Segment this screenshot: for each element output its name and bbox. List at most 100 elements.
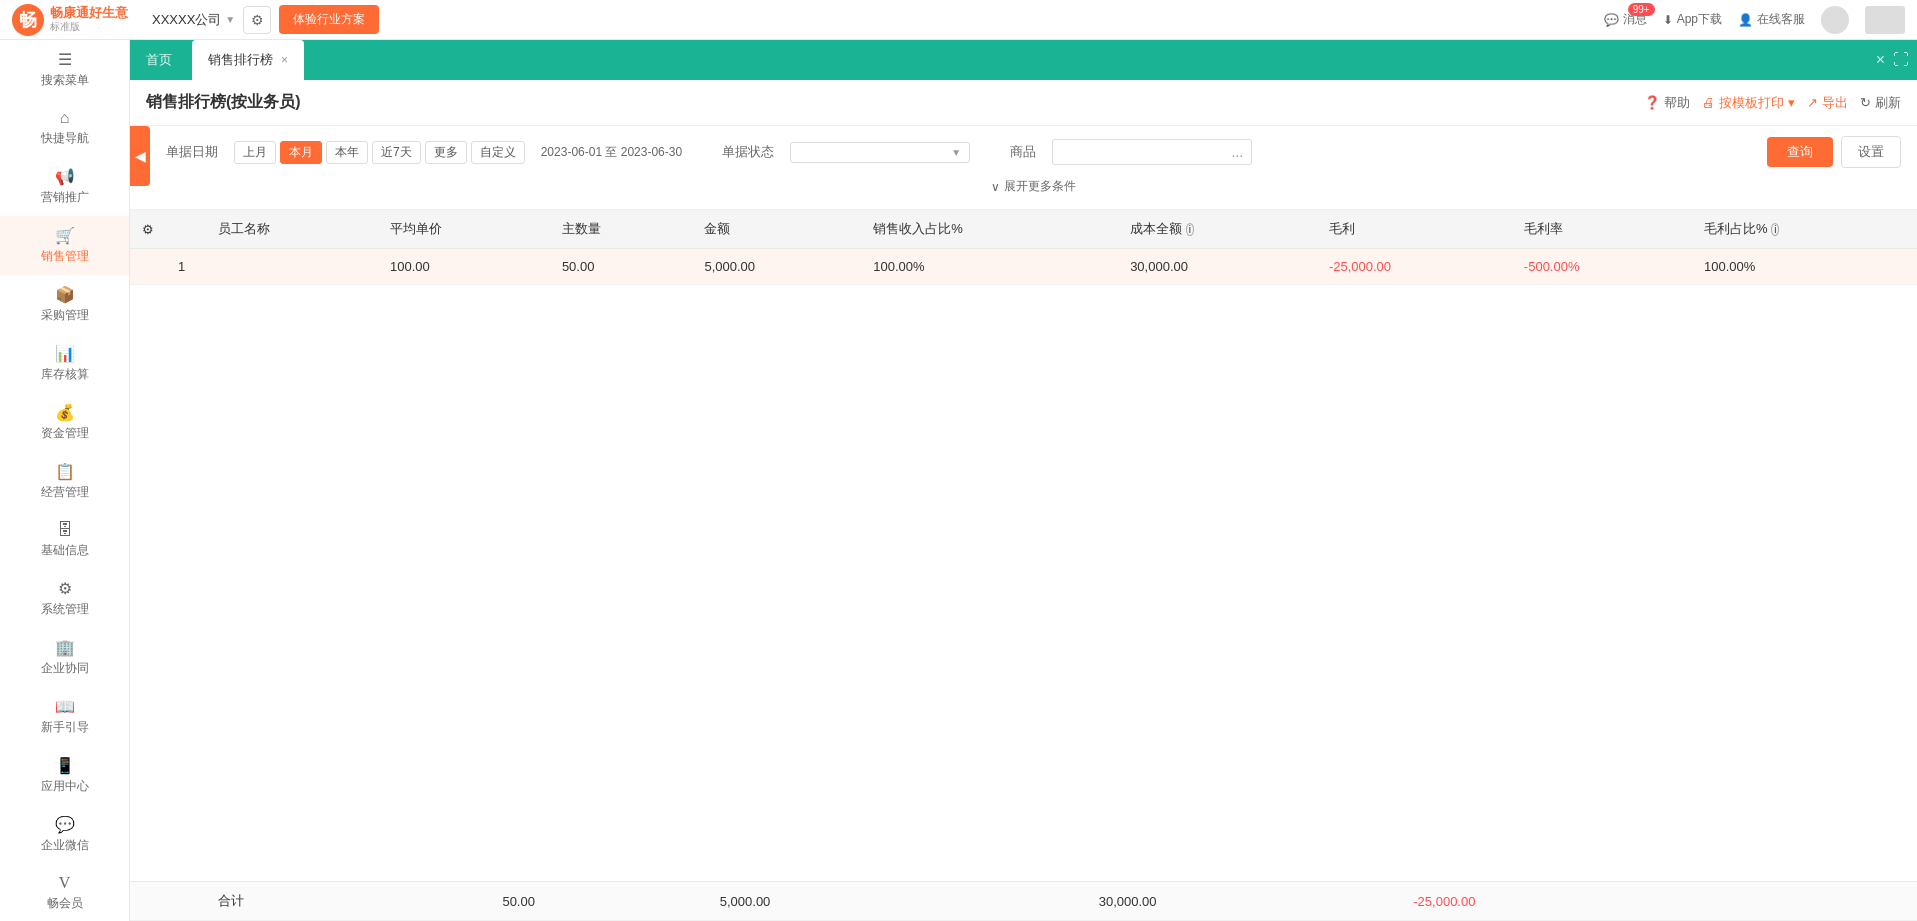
table-area: ⚙ 员工名称 平均单价 主数量 金额 销售收入占比% 成本全额 i 毛利 毛 (130, 210, 1917, 881)
query-button[interactable]: 查询 (1767, 137, 1833, 167)
query-actions: 查询 设置 (1767, 136, 1901, 168)
dots-icon[interactable]: ... (1231, 144, 1243, 160)
sidebar-item-wechat[interactable]: 💬 企业微信 (0, 805, 129, 864)
data-table: ⚙ 员工名称 平均单价 主数量 金额 销售收入占比% 成本全额 i 毛利 毛 (130, 210, 1917, 285)
app-download-btn[interactable]: ⬇ App下载 (1663, 11, 1722, 28)
page-header: 销售排行榜(按业务员) ❓ 帮助 🖨 按模板打印 ▾ ↗ (130, 80, 1917, 126)
last-month-btn[interactable]: 上月 (234, 141, 276, 164)
appstore-icon: 📱 (55, 756, 75, 775)
footer-gross: -25,000.00 (1401, 882, 1732, 921)
notification-area[interactable]: 💬 消息 99+ (1604, 11, 1647, 28)
service-icon: 👤 (1738, 13, 1753, 27)
search-menu-icon: ☰ (58, 50, 72, 69)
online-service-btn[interactable]: 👤 在线客服 (1738, 11, 1805, 28)
company-selector[interactable]: XXXXX公司 ▼ (152, 11, 235, 29)
custom-btn[interactable]: 自定义 (471, 141, 525, 164)
sidebar-item-basic[interactable]: 🗄 基础信息 (0, 511, 129, 569)
date-label: 单据日期 (166, 143, 218, 161)
expand-conditions-btn[interactable]: ∨ 展开更多条件 (983, 174, 1084, 199)
footer-label: 合计 (206, 882, 398, 921)
cost-info-icon[interactable]: i (1186, 223, 1194, 236)
sidebar-item-finance[interactable]: 💰 资金管理 (0, 393, 129, 452)
sidebar-label-system: 系统管理 (41, 601, 89, 618)
template-print-btn[interactable]: 🖨 按模板打印 ▾ (1702, 94, 1795, 112)
tab-sales-ranking[interactable]: 销售排行榜 × (192, 40, 304, 80)
refresh-btn[interactable]: ↻ 刷新 (1860, 94, 1901, 112)
sidebar-item-search[interactable]: ☰ 搜索菜单 (0, 40, 129, 99)
close-icon[interactable]: × (281, 53, 288, 67)
col-cost: 成本全额 i (1118, 210, 1317, 249)
logo-area: 畅 畅康通好生意 标准版 (12, 4, 142, 36)
top-bar-right: 💬 消息 99+ ⬇ App下载 👤 在线客服 (1604, 6, 1905, 34)
sidebar-item-management[interactable]: 📋 经营管理 (0, 452, 129, 511)
user-avatar[interactable] (1821, 6, 1849, 34)
tab-close-all-icon[interactable]: × (1876, 51, 1885, 69)
gross-pct-info-icon[interactable]: i (1771, 223, 1779, 236)
col-settings-icon: ⚙ (142, 222, 154, 237)
wechat-icon: 💬 (55, 815, 75, 834)
goods-input[interactable]: ... (1052, 139, 1252, 165)
top-bar: 畅 畅康通好生意 标准版 XXXXX公司 ▼ ⚙ 体验行业方案 💬 消息 99+… (0, 0, 1917, 40)
sidebar-item-member[interactable]: V 畅会员 (0, 864, 129, 921)
message-icon: 💬 (1604, 13, 1619, 27)
col-gross: 毛利 (1317, 210, 1512, 249)
user-name-area[interactable] (1865, 6, 1905, 34)
sidebar-item-guide[interactable]: 📖 新手引导 (0, 687, 129, 746)
sidebar-item-system[interactable]: ⚙ 系统管理 (0, 569, 129, 628)
table-header-row: ⚙ 员工名称 平均单价 主数量 金额 销售收入占比% 成本全额 i 毛利 毛 (130, 210, 1917, 249)
sidebar-item-purchase[interactable]: 📦 采购管理 (0, 275, 129, 334)
sidebar-item-appstore[interactable]: 📱 应用中心 (0, 746, 129, 805)
sidebar-item-marketing[interactable]: 📢 营销推广 (0, 157, 129, 216)
chevron-down-icon: ▼ (225, 14, 235, 25)
sidebar-label-inventory: 库存核算 (41, 366, 89, 383)
doc-status-select[interactable]: ▼ (790, 142, 970, 163)
settings-button[interactable]: 设置 (1841, 136, 1901, 168)
export-btn[interactable]: ↗ 导出 (1807, 94, 1848, 112)
help-btn[interactable]: ❓ 帮助 (1644, 94, 1690, 112)
sidebar-label-member: 畅会员 (47, 895, 83, 912)
table-header: ⚙ 员工名称 平均单价 主数量 金额 销售收入占比% 成本全额 i 毛利 毛 (130, 210, 1917, 249)
chevron-down-icon-expand: ∨ (991, 180, 1000, 194)
settings-icon[interactable]: ⚙ (243, 6, 271, 34)
trial-button[interactable]: 体验行业方案 (279, 5, 379, 34)
cell-gross-pct: 100.00% (1692, 249, 1917, 285)
page-title: 销售排行榜(按业务员) (146, 92, 301, 113)
sidebar-item-inventory[interactable]: 📊 库存核算 (0, 334, 129, 393)
member-icon: V (59, 874, 71, 892)
last7days-btn[interactable]: 近7天 (372, 141, 421, 164)
footer-row: 合计 50.00 5,000.00 30,000.00 -25,000.00 (130, 882, 1917, 921)
collapse-arrow[interactable]: ◀ (130, 126, 150, 186)
footer-quantity: 50.00 (490, 882, 707, 921)
sidebar-item-quicknav[interactable]: ⌂ 快捷导航 (0, 99, 129, 157)
tab-home[interactable]: 首页 (130, 40, 188, 80)
download-icon: ⬇ (1663, 13, 1673, 27)
cell-settings (130, 249, 166, 285)
filter-row-2: ∨ 展开更多条件 (166, 168, 1901, 199)
cell-avg-price: 100.00 (378, 249, 550, 285)
col-avg-price: 平均单价 (378, 210, 550, 249)
footer-table: 合计 50.00 5,000.00 30,000.00 -25,000.00 (130, 882, 1917, 921)
footer-sales-pct (994, 882, 1086, 921)
tab-maximize-icon[interactable]: ⛶ (1893, 51, 1909, 69)
sales-icon: 🛒 (55, 226, 75, 245)
doc-status-label: 单据状态 (722, 143, 774, 161)
sidebar-label-basic: 基础信息 (41, 542, 89, 559)
cell-amount: 5,000.00 (692, 249, 861, 285)
tab-bar: 首页 销售排行榜 × × ⛶ (130, 40, 1917, 80)
this-month-btn[interactable]: 本月 (280, 141, 322, 164)
content-area: 首页 销售排行榜 × × ⛶ 销售排行榜(按业务员) (130, 40, 1917, 921)
cell-name (206, 249, 378, 285)
sidebar-item-sales[interactable]: 🛒 销售管理 (0, 216, 129, 275)
sidebar: ☰ 搜索菜单 ⌂ 快捷导航 📢 营销推广 🛒 销售管理 📦 采购管理 📊 库 (0, 40, 130, 921)
more-btn[interactable]: 更多 (425, 141, 467, 164)
inventory-icon: 📊 (55, 344, 75, 363)
col-settings[interactable]: ⚙ (130, 210, 166, 249)
logo-icon: 畅 (12, 4, 44, 36)
footer-avg (398, 882, 490, 921)
chevron-down-icon: ▼ (951, 147, 961, 158)
print-chevron-icon: ▾ (1788, 95, 1795, 110)
this-year-btn[interactable]: 本年 (326, 141, 368, 164)
col-name: 员工名称 (206, 210, 378, 249)
sidebar-item-enterprise[interactable]: 🏢 企业协同 (0, 628, 129, 687)
col-rank (166, 210, 206, 249)
